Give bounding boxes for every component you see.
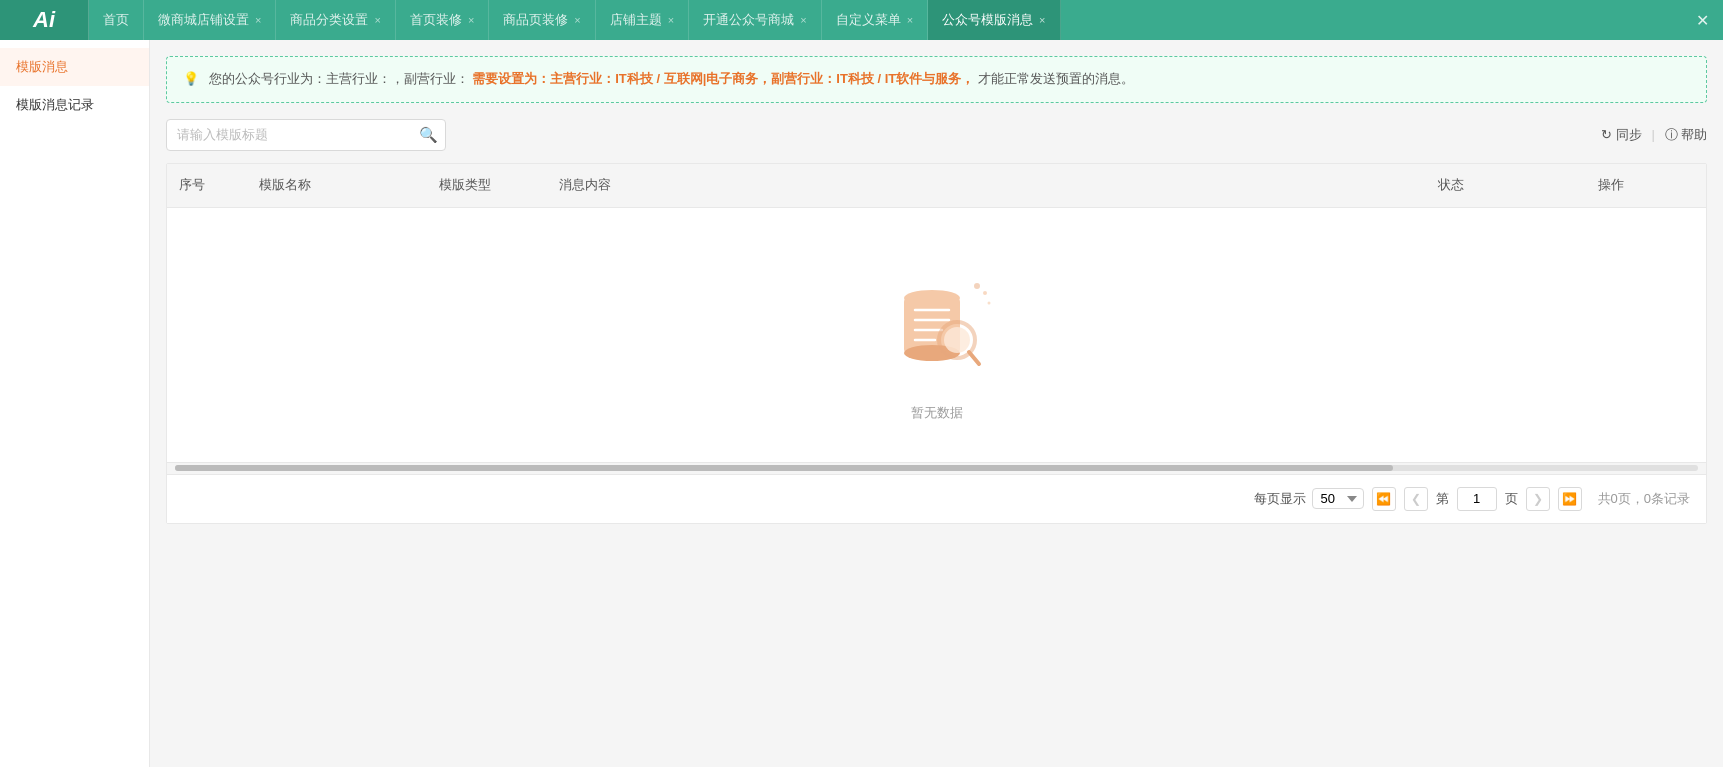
page-number-input[interactable]: [1457, 487, 1497, 511]
empty-state: 暂无数据: [167, 208, 1706, 462]
tab-homepage-decor[interactable]: 首页装修×: [396, 0, 489, 40]
search-input[interactable]: [166, 119, 446, 151]
tab-close-category-settings[interactable]: ×: [374, 14, 380, 26]
th-name: 模版名称: [247, 176, 427, 194]
tab-close-custom-menu[interactable]: ×: [907, 14, 913, 26]
svg-point-11: [974, 283, 980, 289]
search-input-wrap: 🔍: [166, 119, 446, 151]
page-size-select: 每页显示 102050100: [1254, 488, 1364, 509]
sidebar-item-template-msg-records[interactable]: 模版消息记录: [0, 86, 149, 124]
notice-prefix: 您的公众号行业为：主营行业：，副营行业：: [209, 71, 469, 86]
svg-point-8: [944, 327, 970, 353]
th-action: 操作: [1586, 176, 1706, 194]
pagination: 每页显示 102050100 ⏪ ❮ 第 页 ❯ ⏩ 共0页，0条记录: [167, 474, 1706, 523]
close-all-button[interactable]: ✕: [1682, 0, 1723, 40]
prev-page-button[interactable]: ❮: [1404, 487, 1428, 511]
notice-icon: 💡: [183, 71, 199, 86]
sidebar: 模版消息模版消息记录: [0, 40, 150, 767]
help-label: 帮助: [1681, 126, 1707, 144]
search-actions: ↻ 同步 | ⓘ 帮助: [1601, 126, 1707, 144]
first-page-button[interactable]: ⏪: [1372, 487, 1396, 511]
table-wrap: 序号模版名称模版类型消息内容状态操作: [166, 163, 1707, 524]
th-seq: 序号: [167, 176, 247, 194]
last-page-button[interactable]: ⏩: [1558, 487, 1582, 511]
th-status: 状态: [1426, 176, 1586, 194]
th-type: 模版类型: [427, 176, 547, 194]
sync-button[interactable]: ↻ 同步: [1601, 126, 1642, 144]
tab-close-shop-theme[interactable]: ×: [668, 14, 674, 26]
scrollbar-track[interactable]: [175, 465, 1698, 471]
notice-suffix: 才能正常发送预置的消息。: [978, 71, 1134, 86]
notice-box: 💡 您的公众号行业为：主营行业：，副营行业： 需要设置为：主营行业：IT科技 /…: [166, 56, 1707, 103]
tab-close-product-decor[interactable]: ×: [574, 14, 580, 26]
tab-open-mall[interactable]: 开通公众号商城×: [689, 0, 821, 40]
search-icon[interactable]: 🔍: [419, 126, 438, 144]
page-word: 第: [1436, 490, 1449, 508]
tab-product-decor[interactable]: 商品页装修×: [489, 0, 595, 40]
tab-close-homepage-decor[interactable]: ×: [468, 14, 474, 26]
sync-icon: ↻: [1601, 127, 1612, 142]
empty-text: 暂无数据: [911, 404, 963, 422]
tab-wsc-settings[interactable]: 微商城店铺设置×: [144, 0, 276, 40]
help-icon: ⓘ: [1665, 126, 1678, 144]
table-header: 序号模版名称模版类型消息内容状态操作: [167, 164, 1706, 208]
tab-close-open-mall[interactable]: ×: [800, 14, 806, 26]
notice-highlight: 需要设置为：主营行业：IT科技 / 互联网|电子商务，副营行业：IT科技 / I…: [472, 71, 974, 86]
total-info: 共0页，0条记录: [1598, 490, 1690, 508]
top-nav: Ai 首页微商城店铺设置×商品分类设置×首页装修×商品页装修×店铺主题×开通公众…: [0, 0, 1723, 40]
tab-template-msg[interactable]: 公众号模版消息×: [928, 0, 1060, 40]
sync-label: 同步: [1616, 126, 1642, 144]
tab-custom-menu[interactable]: 自定义菜单×: [822, 0, 928, 40]
tab-close-template-msg[interactable]: ×: [1039, 14, 1045, 26]
divider: |: [1652, 127, 1655, 142]
scrollbar-area: [167, 462, 1706, 474]
th-content: 消息内容: [547, 176, 1426, 194]
help-button[interactable]: ⓘ 帮助: [1665, 126, 1707, 144]
svg-point-10: [983, 291, 987, 295]
svg-line-9: [969, 352, 979, 364]
main-layout: 模版消息模版消息记录 💡 您的公众号行业为：主营行业：，副营行业： 需要设置为：…: [0, 40, 1723, 767]
page-size-label: 每页显示: [1254, 490, 1306, 508]
page-suffix: 页: [1505, 490, 1518, 508]
next-page-button[interactable]: ❯: [1526, 487, 1550, 511]
page-size-dropdown[interactable]: 102050100: [1312, 488, 1364, 509]
scrollbar-thumb: [175, 465, 1393, 471]
logo: Ai: [0, 0, 89, 40]
content-area: 💡 您的公众号行业为：主营行业：，副营行业： 需要设置为：主营行业：IT科技 /…: [150, 40, 1723, 767]
tab-category-settings[interactable]: 商品分类设置×: [276, 0, 395, 40]
svg-point-12: [987, 301, 990, 304]
tab-home[interactable]: 首页: [89, 0, 144, 40]
search-bar: 🔍 ↻ 同步 | ⓘ 帮助: [166, 119, 1707, 151]
sidebar-item-template-msg[interactable]: 模版消息: [0, 48, 149, 86]
empty-illustration: [877, 268, 997, 388]
tab-close-wsc-settings[interactable]: ×: [255, 14, 261, 26]
tab-shop-theme[interactable]: 店铺主题×: [596, 0, 689, 40]
